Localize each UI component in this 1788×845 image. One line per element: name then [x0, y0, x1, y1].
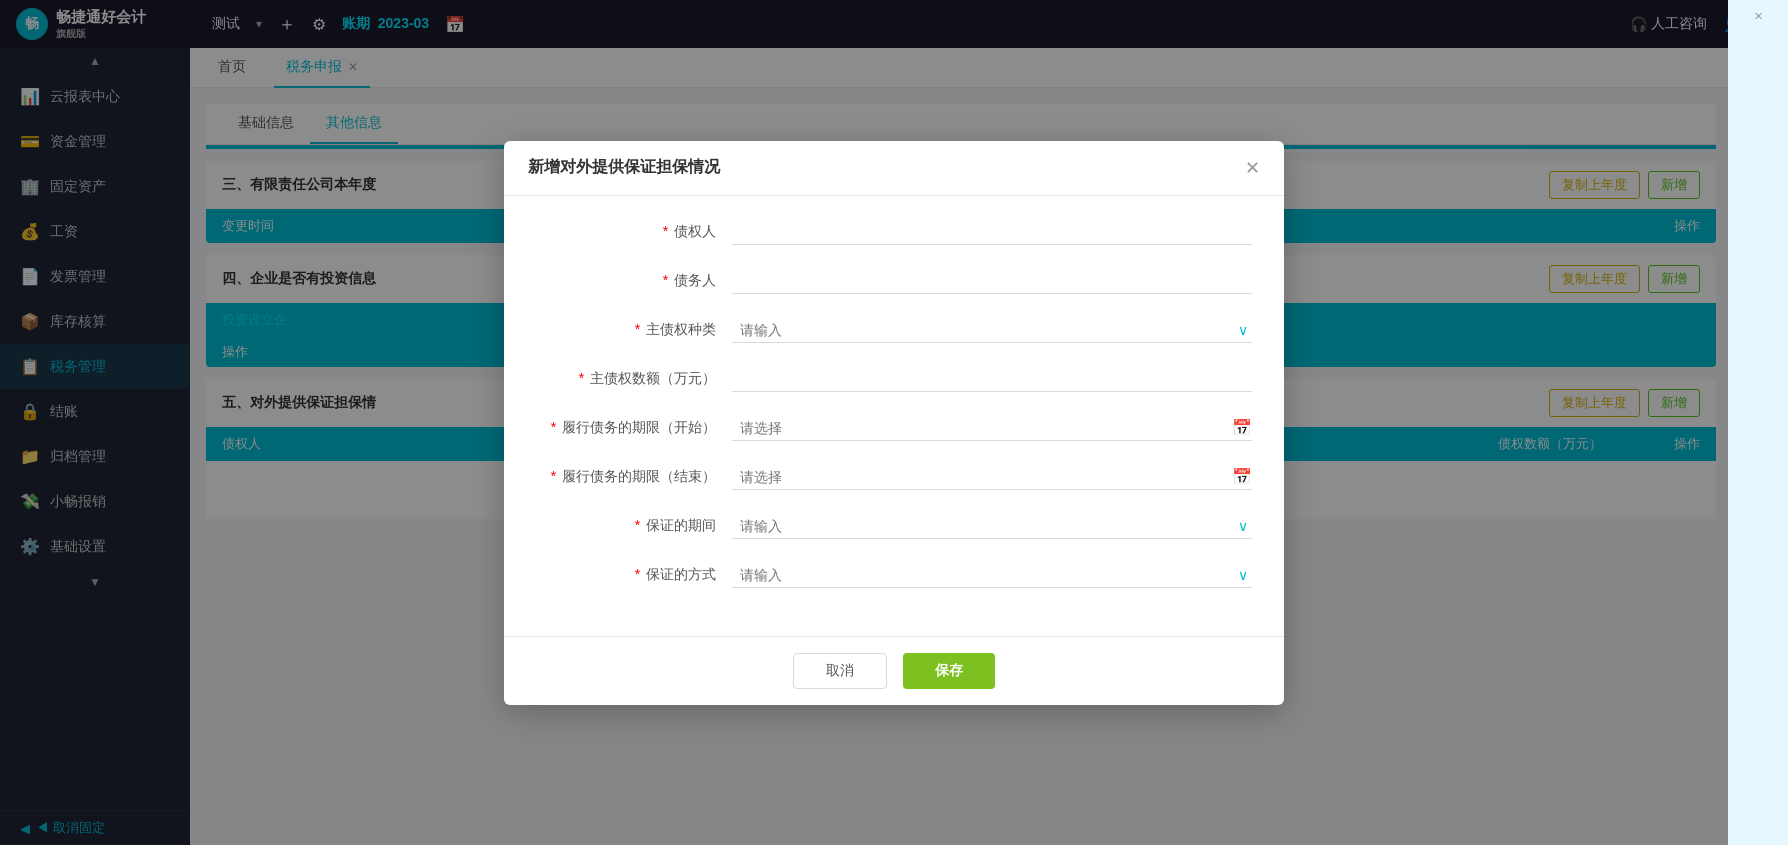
modal-close-button[interactable]: ✕	[1245, 157, 1260, 179]
select-debt-type-wrap: ∨	[732, 318, 1252, 343]
field-guarantee-period: * 保证的期间 ∨	[536, 514, 1252, 539]
input-debt-amount[interactable]	[732, 367, 1252, 392]
select-debt-type[interactable]	[732, 318, 1252, 342]
select-guarantee-method[interactable]	[732, 563, 1252, 587]
field-debt-amount: * 主债权数额（万元）	[536, 367, 1252, 392]
chevron-down-icon2: ∨	[1238, 518, 1248, 534]
select-guarantee-period[interactable]	[732, 514, 1252, 538]
date-end-wrap: 📅	[732, 465, 1252, 490]
modal: 新增对外提供保证担保情况 ✕ * 债权人 * 债务人	[504, 141, 1284, 705]
modal-title: 新增对外提供保证担保情况	[528, 157, 720, 178]
select-guarantee-period-wrap: ∨	[732, 514, 1252, 539]
calendar-start-icon[interactable]: 📅	[1232, 418, 1252, 437]
save-button[interactable]: 保存	[903, 653, 995, 689]
field-date-start: * 履行债务的期限（开始） 📅	[536, 416, 1252, 441]
date-end-input[interactable]	[732, 465, 1232, 489]
date-start-wrap: 📅	[732, 416, 1252, 441]
modal-header: 新增对外提供保证担保情况 ✕	[504, 141, 1284, 196]
field-date-end: * 履行债务的期限（结束） 📅	[536, 465, 1252, 490]
field-guarantee-method: * 保证的方式 ∨	[536, 563, 1252, 588]
label-guarantee-period: * 保证的期间	[536, 517, 716, 535]
select-guarantee-method-wrap: ∨	[732, 563, 1252, 588]
chevron-down-icon3: ∨	[1238, 567, 1248, 583]
label-date-start: * 履行债务的期限（开始）	[536, 419, 716, 437]
calendar-end-icon[interactable]: 📅	[1232, 467, 1252, 486]
date-start-input[interactable]	[732, 416, 1232, 440]
label-guarantee-method: * 保证的方式	[536, 566, 716, 584]
chevron-down-icon: ∨	[1238, 322, 1248, 338]
label-creditor: * 债权人	[536, 223, 716, 241]
field-debt-type: * 主债权种类 ∨	[536, 318, 1252, 343]
input-creditor[interactable]	[732, 220, 1252, 245]
label-debt-amount: * 主债权数额（万元）	[536, 370, 716, 388]
bg-year-panel: ✕	[1728, 0, 1788, 845]
input-debtor[interactable]	[732, 269, 1252, 294]
field-creditor: * 债权人	[536, 220, 1252, 245]
field-debtor: * 债务人	[536, 269, 1252, 294]
label-debtor: * 债务人	[536, 272, 716, 290]
modal-body: * 债权人 * 债务人 * 主债权种类	[504, 196, 1284, 636]
label-debt-type: * 主债权种类	[536, 321, 716, 339]
label-date-end: * 履行债务的期限（结束）	[536, 468, 716, 486]
modal-overlay: ✕ 新增对外提供保证担保情况 ✕ * 债权人 * 债务人	[0, 0, 1788, 845]
cancel-button[interactable]: 取消	[793, 653, 887, 689]
modal-footer: 取消 保存	[504, 636, 1284, 705]
